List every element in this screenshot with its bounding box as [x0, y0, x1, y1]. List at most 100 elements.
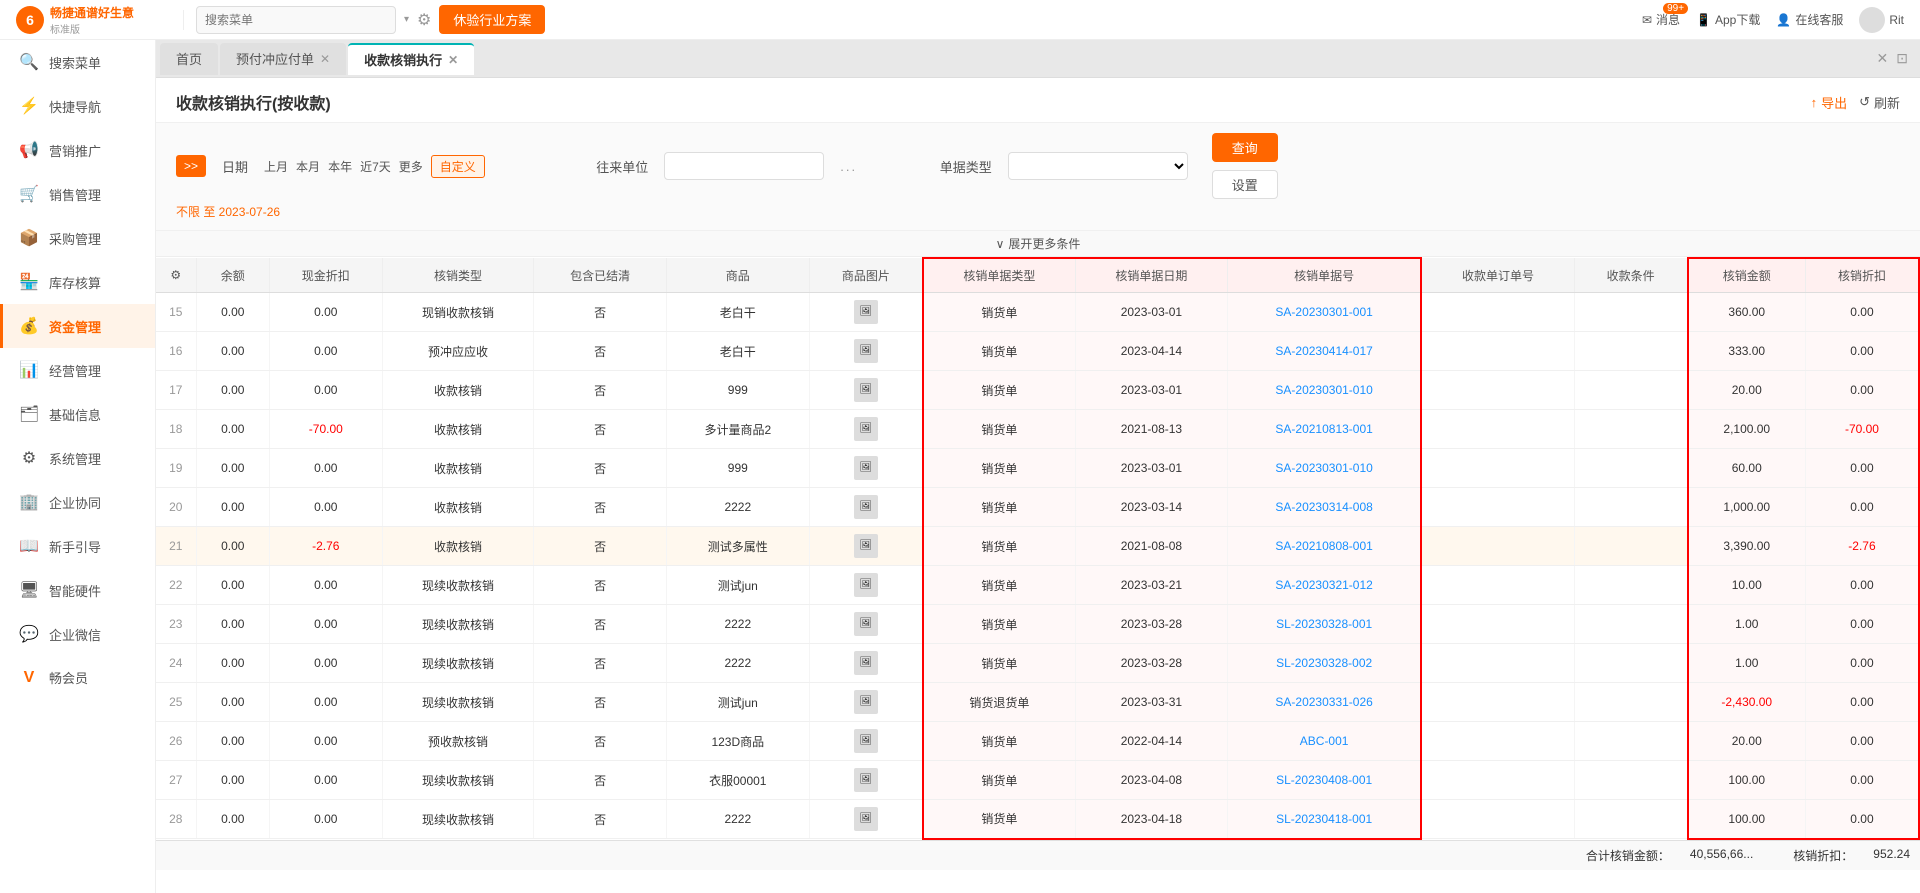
cell-bill-no[interactable]: SA-20230301-001: [1227, 293, 1421, 332]
sidebar-item-label: 智能硬件: [49, 581, 101, 600]
sidebar-item-sales[interactable]: 🛒 销售管理: [0, 172, 155, 216]
cell-bill-no[interactable]: SA-20230414-017: [1227, 332, 1421, 371]
cell-balance: 0.00: [196, 605, 269, 644]
total-amount-label: 合计核销金额：: [1586, 847, 1670, 864]
tab-advance[interactable]: 预付冲应付单 ✕: [220, 43, 346, 75]
tab-writeoff[interactable]: 收款核销执行 ✕: [348, 43, 474, 75]
tab-home[interactable]: 首页: [160, 43, 218, 75]
page-title: 收款核销执行(按收款): [176, 90, 331, 114]
cell-bill-no[interactable]: SA-20230301-010: [1227, 449, 1421, 488]
refresh-icon: ↺: [1859, 94, 1870, 110]
settings-button[interactable]: 设置: [1212, 170, 1278, 199]
cell-balance: 0.00: [196, 566, 269, 605]
bill-type-select[interactable]: [1008, 152, 1188, 180]
cell-bill-no[interactable]: SA-20210813-001: [1227, 410, 1421, 449]
cell-bill-no[interactable]: SA-20210808-001: [1227, 527, 1421, 566]
user-avatar[interactable]: Rit: [1859, 7, 1904, 33]
expand-more-bar[interactable]: ∨ 展开更多条件: [156, 231, 1920, 257]
cell-num: 15: [156, 293, 196, 332]
date-label: 日期: [222, 157, 248, 176]
cell-include-settled: 否: [534, 488, 666, 527]
cell-goods: 老白干: [666, 293, 809, 332]
sidebar-item-member[interactable]: V 畅会员: [0, 656, 155, 699]
filter-separator: [501, 159, 580, 174]
cell-bill-no[interactable]: SA-20230301-010: [1227, 371, 1421, 410]
sidebar-item-marketing[interactable]: 📢 营销推广: [0, 128, 155, 172]
wechat-icon: 💬: [19, 624, 39, 644]
sidebar-item-label: 销售管理: [49, 185, 101, 204]
table-footer: 合计核销金额： 40,556,66... 核销折扣： 952.24: [156, 840, 1920, 870]
cell-cash-discount: 0.00: [269, 800, 382, 839]
dropdown-arrow-icon[interactable]: ▾: [404, 14, 409, 25]
cell-writeoff-type: 现销收款核销: [382, 293, 534, 332]
cell-bill-type: 销货单: [923, 332, 1076, 371]
date-opt-7days[interactable]: 近7天: [360, 158, 391, 175]
cell-bill-no[interactable]: SL-20230328-001: [1227, 605, 1421, 644]
cell-bill-date: 2023-03-21: [1075, 566, 1227, 605]
cell-bill-no[interactable]: SL-20230418-001: [1227, 800, 1421, 839]
export-button[interactable]: ↑ 导出: [1811, 93, 1848, 112]
sidebar-item-operations[interactable]: 📊 经营管理: [0, 348, 155, 392]
cell-bill-date: 2023-03-28: [1075, 644, 1227, 683]
cell-bill-no[interactable]: SA-20230321-012: [1227, 566, 1421, 605]
tab-maximize-icon[interactable]: ⊡: [1896, 50, 1908, 67]
tab-advance-close-icon[interactable]: ✕: [320, 52, 330, 66]
cell-goods-image: 🖼: [809, 800, 922, 839]
date-opt-more[interactable]: 更多: [399, 158, 423, 175]
cell-bill-no[interactable]: SA-20230331-026: [1227, 683, 1421, 722]
cell-writeoff-discount: -70.00: [1805, 410, 1919, 449]
cell-writeoff-discount: 0.00: [1805, 293, 1919, 332]
date-opt-custom[interactable]: 自定义: [431, 155, 485, 178]
app-download-icon: 📱: [1696, 13, 1711, 27]
refresh-button[interactable]: ↺ 刷新: [1859, 93, 1900, 112]
query-button[interactable]: 查询: [1212, 133, 1278, 162]
date-opt-last-month[interactable]: 上月: [264, 158, 288, 175]
cell-goods: 999: [666, 371, 809, 410]
cell-include-settled: 否: [534, 371, 666, 410]
cell-bill-no[interactable]: SL-20230328-002: [1227, 644, 1421, 683]
sidebar-item-system[interactable]: ⚙ 系统管理: [0, 436, 155, 480]
date-opt-this-year[interactable]: 本年: [328, 158, 352, 175]
online-service-button[interactable]: 👤 在线客服: [1776, 11, 1843, 28]
sidebar-item-purchase[interactable]: 📦 采购管理: [0, 216, 155, 260]
cell-receipt-order: [1421, 449, 1574, 488]
industry-solution-button[interactable]: 休验行业方案: [439, 5, 545, 34]
settings-icon[interactable]: ⚙: [417, 10, 431, 30]
tab-minimize-icon[interactable]: ✕: [1877, 50, 1889, 67]
cell-cash-discount: 0.00: [269, 566, 382, 605]
sidebar-item-guide[interactable]: 📖 新手引导: [0, 524, 155, 568]
date-opt-this-month[interactable]: 本月: [296, 158, 320, 175]
messages-button[interactable]: ✉ 消息 99+: [1642, 11, 1680, 28]
app-download-button[interactable]: 📱 App下载: [1696, 11, 1760, 28]
sidebar-item-hardware[interactable]: 🖥 智能硬件: [0, 568, 155, 612]
cell-goods-image: 🖼: [809, 293, 922, 332]
sidebar-item-enterprise[interactable]: 🏢 企业协同: [0, 480, 155, 524]
cell-bill-type: 销货单: [923, 644, 1076, 683]
sidebar-item-inventory[interactable]: 🏪 库存核算: [0, 260, 155, 304]
sidebar-item-finance[interactable]: 💰 资金管理: [0, 304, 155, 348]
partner-input[interactable]: [664, 152, 824, 180]
basic-icon: 🗂: [19, 404, 39, 424]
sidebar-item-label: 经营管理: [49, 361, 101, 380]
cell-balance: 0.00: [196, 761, 269, 800]
cell-goods-image: 🖼: [809, 371, 922, 410]
partner-select-icon[interactable]: ...: [840, 159, 857, 174]
cell-goods: 测试jun: [666, 566, 809, 605]
cell-bill-no[interactable]: SL-20230408-001: [1227, 761, 1421, 800]
cell-bill-no[interactable]: ABC-001: [1227, 722, 1421, 761]
cell-bill-date: 2023-03-01: [1075, 449, 1227, 488]
table-row: 21 0.00 -2.76 收款核销 否 测试多属性 🖼 销货单 2021-08…: [156, 527, 1919, 566]
filter-toggle-button[interactable]: >>: [176, 155, 206, 177]
tab-writeoff-close-icon[interactable]: ✕: [448, 53, 458, 67]
sidebar-item-wechat[interactable]: 💬 企业微信: [0, 612, 155, 656]
column-settings-icon[interactable]: ⚙: [170, 268, 181, 282]
col-cash-discount: 现金折扣: [269, 258, 382, 293]
col-gear[interactable]: ⚙: [156, 258, 196, 293]
top-search-input[interactable]: [196, 6, 396, 34]
sidebar-item-basic[interactable]: 🗂 基础信息: [0, 392, 155, 436]
sidebar-item-shortcuts[interactable]: ⚡ 快捷导航: [0, 84, 155, 128]
sidebar-item-search[interactable]: 🔍 搜索菜单: [0, 40, 155, 84]
cell-bill-no[interactable]: SA-20230314-008: [1227, 488, 1421, 527]
cell-cash-discount: 0.00: [269, 371, 382, 410]
cell-receipt-order: [1421, 683, 1574, 722]
